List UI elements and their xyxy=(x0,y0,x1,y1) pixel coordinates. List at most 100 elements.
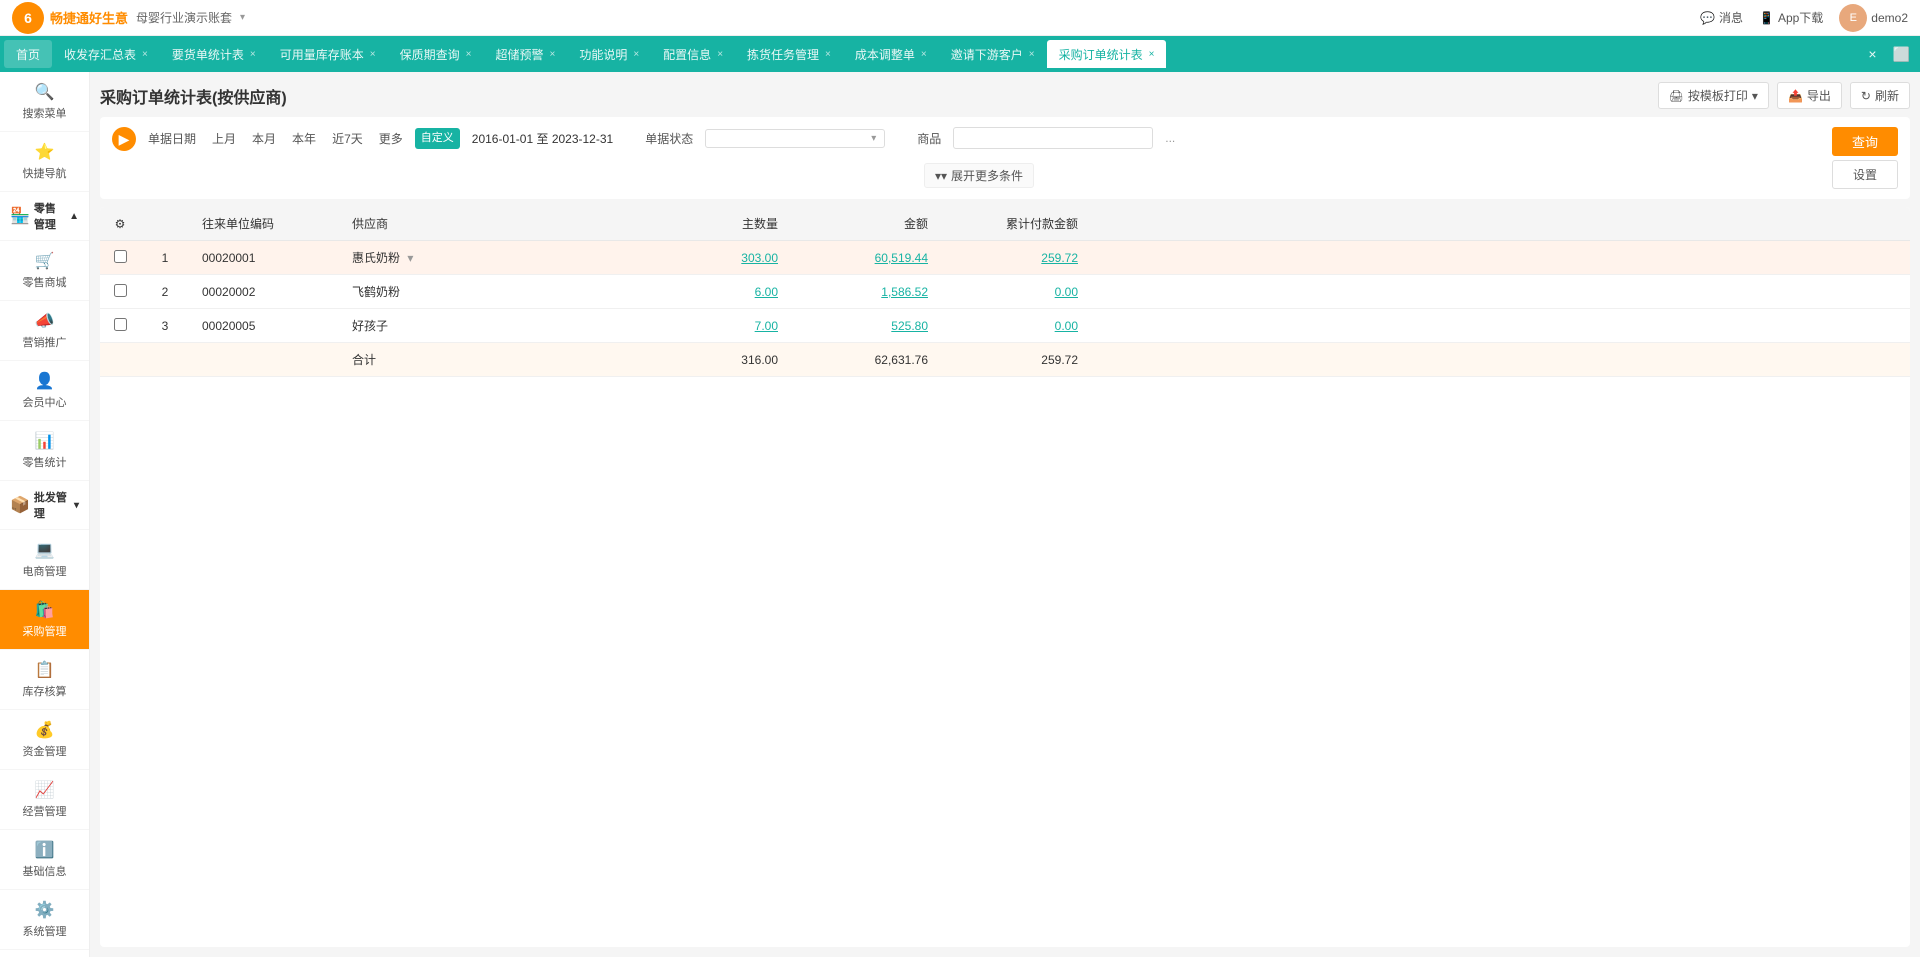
app-download-icon: 📱 xyxy=(1759,11,1774,25)
filter-toggle-button[interactable]: ▶ xyxy=(112,127,136,151)
row-3-qty[interactable]: 7.00 xyxy=(640,309,790,343)
sidebar-item-retail-shop[interactable]: 🛒 零售商城 xyxy=(0,241,89,301)
row-3-paid[interactable]: 0.00 xyxy=(940,309,1090,343)
tab-close-shoufazong[interactable]: × xyxy=(142,49,148,60)
date-btn-this-year[interactable]: 本年 xyxy=(288,128,320,149)
message-button[interactable]: 💬 消息 xyxy=(1700,9,1743,26)
tab-yaohuodanjin[interactable]: 要货单统计表 × xyxy=(160,40,268,68)
row-3-checkbox[interactable] xyxy=(114,318,127,331)
quicknav-icon: ⭐ xyxy=(35,142,55,162)
goods-search-input[interactable] xyxy=(953,127,1153,149)
tab-close-chengbentiaozhen[interactable]: × xyxy=(921,49,927,60)
row-2-amount[interactable]: 1,586.52 xyxy=(790,275,940,309)
date-btn-last-month[interactable]: 上月 xyxy=(208,128,240,149)
tab-shoufazong[interactable]: 收发存汇总表 × xyxy=(52,40,160,68)
tab-close-paihuorenwu[interactable]: × xyxy=(825,49,831,60)
sidebar-item-ecommerce[interactable]: 💻 电商管理 xyxy=(0,530,89,590)
row-1-paid[interactable]: 259.72 xyxy=(940,241,1090,275)
row-3-code: 00020005 xyxy=(190,309,340,343)
tab-baogongqi[interactable]: 保质期查询 × xyxy=(388,40,484,68)
settings-button[interactable]: 设置 xyxy=(1832,160,1898,189)
sidebar-item-purchase[interactable]: 🛍️ 采购管理 xyxy=(0,590,89,650)
sidebar-item-quicknav[interactable]: ⭐ 快捷导航 xyxy=(0,132,89,192)
tab-home[interactable]: 首页 xyxy=(4,40,52,68)
tab-gongneng[interactable]: 功能说明 × xyxy=(567,40,651,68)
tab-close-yaoqing[interactable]: × xyxy=(1029,49,1035,60)
sidebar-item-enterprise[interactable]: 🤝 企业协同 xyxy=(0,950,89,957)
tab-paihuorenwu[interactable]: 拣货任务管理 × xyxy=(735,40,843,68)
date-custom-badge[interactable]: 自定义 xyxy=(415,128,460,149)
row-2-checkbox[interactable] xyxy=(114,284,127,297)
row-3-index: 3 xyxy=(140,309,190,343)
close-all-button[interactable]: × xyxy=(1862,44,1882,64)
row-3-amount[interactable]: 525.80 xyxy=(790,309,940,343)
tab-close-gongneng[interactable]: × xyxy=(633,49,639,60)
app-download-button[interactable]: 📱 App下载 xyxy=(1759,9,1823,26)
query-button[interactable]: 查询 xyxy=(1832,127,1898,156)
nav-tabs: 首页 收发存汇总表 × 要货单统计表 × 可用量库存账本 × 保质期查询 × 超… xyxy=(0,36,1920,72)
sidebar-item-operations[interactable]: 📈 经营管理 xyxy=(0,770,89,830)
goods-more-icon[interactable]: ... xyxy=(1165,131,1175,145)
breadcrumb-dropdown-icon[interactable]: ▾ xyxy=(240,12,245,23)
column-settings-icon[interactable]: ⚙ xyxy=(115,217,126,231)
expand-filter-button[interactable]: ▾▾ 展开更多条件 xyxy=(924,163,1034,188)
tab-chaochuyujing[interactable]: 超储预警 × xyxy=(483,40,567,68)
row-2-code: 00020002 xyxy=(190,275,340,309)
sidebar-item-search[interactable]: 🔍 搜索菜单 xyxy=(0,72,89,132)
tab-close-keyongliang[interactable]: × xyxy=(370,49,376,60)
date-btn-7days[interactable]: 近7天 xyxy=(328,128,367,149)
row-1-amount[interactable]: 60,519.44 xyxy=(790,241,940,275)
row-1-index: 1 xyxy=(140,241,190,275)
sidebar-item-inventory[interactable]: 📋 库存核算 xyxy=(0,650,89,710)
sidebar-item-basic[interactable]: ℹ️ 基础信息 xyxy=(0,830,89,890)
row-2-qty[interactable]: 6.00 xyxy=(640,275,790,309)
row-1-checkbox[interactable] xyxy=(114,250,127,263)
restore-button[interactable]: ⬜ xyxy=(1887,44,1916,65)
tab-close-chaochuyujing[interactable]: × xyxy=(549,49,555,60)
user-profile[interactable]: E demo2 xyxy=(1839,4,1908,32)
th-index xyxy=(140,207,190,241)
sidebar-item-wholesale[interactable]: 📦 批发管理 ▾ xyxy=(0,481,89,530)
row-1-qty[interactable]: 303.00 xyxy=(640,241,790,275)
tab-close-baogongqi[interactable]: × xyxy=(466,49,472,60)
retail-shop-icon: 🛒 xyxy=(35,251,55,271)
purchase-icon: 🛍️ xyxy=(35,600,55,620)
tab-close-peizhi[interactable]: × xyxy=(717,49,723,60)
th-paid: 累计付款金额 xyxy=(940,207,1090,241)
tab-close-caigoudindan[interactable]: × xyxy=(1149,49,1155,60)
date-btn-more[interactable]: 更多 xyxy=(375,128,407,149)
wholesale-chevron-icon: ▾ xyxy=(74,500,79,511)
tab-close-yaohuodanjin[interactable]: × xyxy=(250,49,256,60)
content-area: 采购订单统计表(按供应商) 🖨 按模板打印 ▾ 📤 导出 ↻ 刷新 xyxy=(90,72,1920,957)
date-btn-this-month[interactable]: 本月 xyxy=(248,128,280,149)
row-2-paid[interactable]: 0.00 xyxy=(940,275,1090,309)
refresh-button[interactable]: ↻ 刷新 xyxy=(1850,82,1910,109)
tab-keyongliang[interactable]: 可用量库存账本 × xyxy=(268,40,388,68)
goods-filter-label: 商品 xyxy=(917,130,941,147)
sidebar-item-member[interactable]: 👤 会员中心 xyxy=(0,361,89,421)
row-3-checkbox-cell[interactable] xyxy=(100,309,140,343)
tab-peizhi[interactable]: 配置信息 × xyxy=(651,40,735,68)
top-bar-right: 💬 消息 📱 App下载 E demo2 xyxy=(1700,4,1908,32)
inventory-icon: 📋 xyxy=(35,660,55,680)
table-row: 3 00020005 好孩子 7.00 525.80 0.00 xyxy=(100,309,1910,343)
export-button[interactable]: 📤 导出 xyxy=(1777,82,1842,109)
tab-yaoqing[interactable]: 邀请下游客户 × xyxy=(939,40,1047,68)
data-table: ⚙ 往来单位编码 供应商 主数量 金额 累计付款金额 1 xyxy=(100,207,1910,377)
tab-caigoudindan[interactable]: 采购订单统计表 × xyxy=(1047,40,1167,68)
tab-chengbentiaozhen[interactable]: 成本调整单 × xyxy=(843,40,939,68)
row-2-checkbox-cell[interactable] xyxy=(100,275,140,309)
row-1-expand-icon[interactable]: ▾ xyxy=(407,251,413,265)
template-print-button[interactable]: 🖨 按模板打印 ▾ xyxy=(1658,82,1769,109)
status-filter-label: 单据状态 xyxy=(645,130,693,147)
sidebar-item-marketing[interactable]: 📣 营销推广 xyxy=(0,301,89,361)
th-settings[interactable]: ⚙ xyxy=(100,207,140,241)
sidebar-item-system[interactable]: ⚙️ 系统管理 xyxy=(0,890,89,950)
retail-icon: 🏪 xyxy=(10,206,30,226)
sidebar-item-retail[interactable]: 🏪 零售管理 ▲ xyxy=(0,192,89,241)
sidebar-item-finance[interactable]: 💰 资金管理 xyxy=(0,710,89,770)
status-select[interactable]: ▾ xyxy=(705,129,885,148)
sidebar-item-retail-stat[interactable]: 📊 零售统计 xyxy=(0,421,89,481)
row-checkbox[interactable] xyxy=(100,241,140,275)
search-icon: 🔍 xyxy=(35,82,55,102)
